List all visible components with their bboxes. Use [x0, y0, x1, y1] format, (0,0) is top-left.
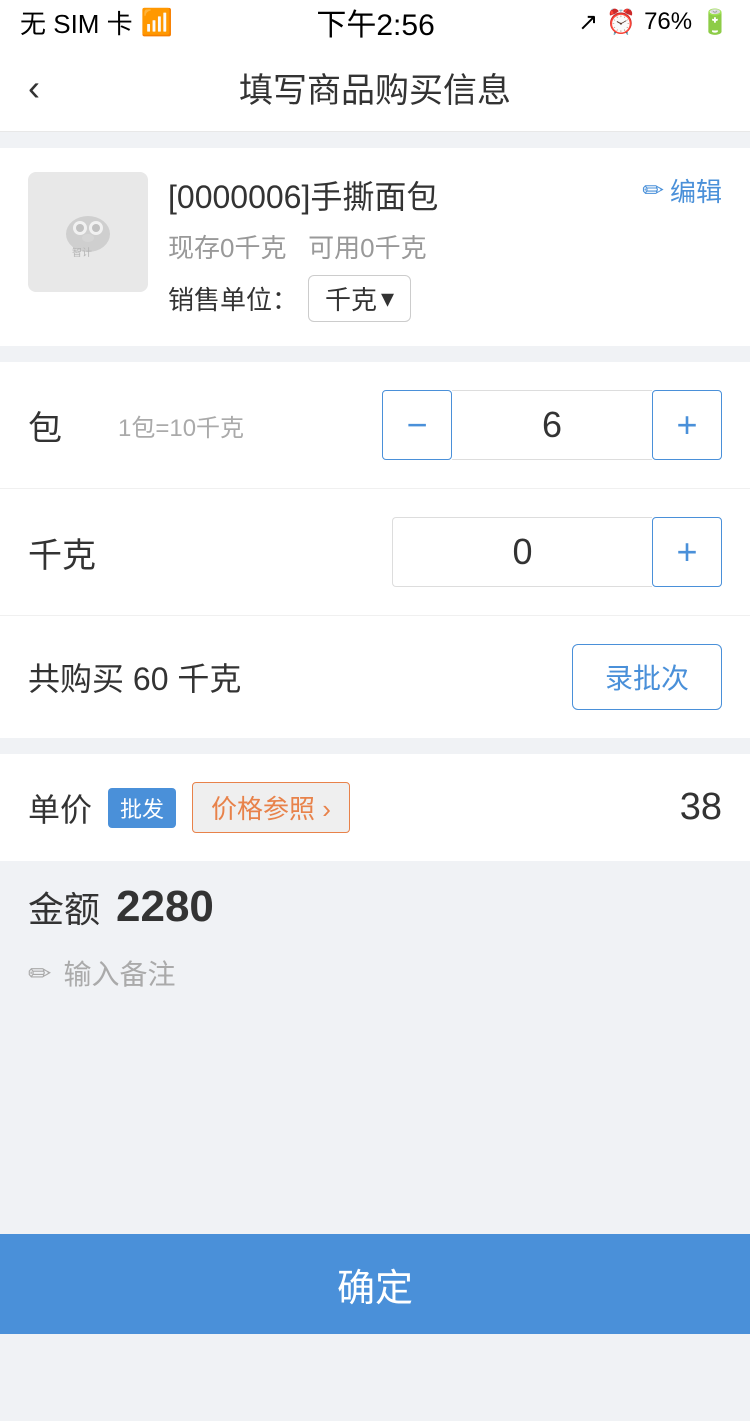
- product-name: [0000006]手撕面包: [168, 172, 722, 218]
- plus-button-kg[interactable]: +: [652, 517, 722, 587]
- quantity-section: 包 1包=10千克 − + 千克 +: [0, 362, 750, 616]
- summary-row: 共购买 60 千克 录批次: [0, 616, 750, 738]
- svg-text:智计: 智计: [72, 246, 92, 259]
- product-unit-row: 销售单位： 千克 ▾: [168, 275, 722, 322]
- amount-value: 2280: [116, 882, 214, 932]
- quantity-row-kg: 千克 +: [0, 489, 750, 616]
- nav-bar: ‹ 填写商品购买信息: [0, 44, 750, 132]
- remark-row[interactable]: ✏ 输入备注: [28, 953, 722, 993]
- price-reference-button[interactable]: 价格参照 ›: [192, 782, 350, 833]
- product-info: [0000006]手撕面包 现存0千克 可用0千克 销售单位： 千克 ▾: [168, 172, 722, 322]
- price-value: 38: [680, 786, 722, 829]
- amount-row: 金额 2280: [28, 881, 722, 933]
- quantity-label-kg: 千克: [28, 528, 108, 577]
- carrier-text: 无 SIM 卡: [20, 4, 133, 41]
- status-left: 无 SIM 卡 📶: [20, 4, 173, 41]
- quantity-controls-kg: +: [392, 517, 722, 587]
- amount-label: 金额: [28, 881, 100, 933]
- batch-record-button[interactable]: 录批次: [572, 644, 722, 710]
- quantity-controls-bao: − +: [382, 390, 722, 460]
- confirm-button-text: 确定: [337, 1257, 413, 1312]
- alarm-icon: ⏰: [606, 8, 636, 37]
- plus-button-bao[interactable]: +: [652, 390, 722, 460]
- remark-placeholder: 输入备注: [63, 953, 175, 993]
- amount-section: 金额 2280 ✏ 输入备注: [0, 861, 750, 1021]
- battery-icon: 🔋: [700, 8, 730, 37]
- pencil-icon: ✏: [28, 957, 51, 990]
- product-card: 智计 [0000006]手撕面包 现存0千克 可用0千克 销售单位： 千克 ▾ …: [0, 148, 750, 346]
- quantity-input-bao[interactable]: [452, 390, 652, 460]
- price-tag: 批发: [108, 788, 176, 828]
- price-label: 单价: [28, 785, 92, 831]
- wifi-icon: 📶: [141, 7, 173, 38]
- quantity-input-kg[interactable]: [392, 517, 652, 587]
- product-image: 智计: [28, 172, 148, 292]
- status-right: ↗ ⏰ 76% 🔋: [578, 8, 730, 37]
- price-section: 单价 批发 价格参照 › 38: [0, 754, 750, 861]
- quantity-hint-bao: 1包=10千克: [118, 408, 382, 443]
- status-time: 下午2:56: [316, 0, 434, 44]
- product-stock: 现存0千克 可用0千克: [168, 228, 722, 265]
- minus-button-bao[interactable]: −: [382, 390, 452, 460]
- unit-select[interactable]: 千克 ▾: [308, 275, 411, 322]
- quantity-label-bao: 包: [28, 401, 108, 450]
- location-icon: ↗: [578, 8, 598, 37]
- edit-icon: ✏: [642, 175, 664, 206]
- page-title: 填写商品购买信息: [239, 63, 511, 112]
- product-logo: 智计: [58, 202, 118, 262]
- section-divider: [0, 738, 750, 754]
- quantity-row-bao: 包 1包=10千克 − +: [0, 362, 750, 489]
- confirm-bar[interactable]: 确定: [0, 1234, 750, 1334]
- back-button[interactable]: ‹: [28, 67, 40, 109]
- status-bar: 无 SIM 卡 📶 下午2:56 ↗ ⏰ 76% 🔋: [0, 0, 750, 44]
- edit-button[interactable]: ✏ 编辑: [642, 172, 722, 209]
- battery-text: 76%: [644, 8, 692, 36]
- empty-area: [0, 1021, 750, 1421]
- summary-text: 共购买 60 千克: [28, 654, 241, 700]
- chevron-down-icon: ▾: [381, 283, 394, 314]
